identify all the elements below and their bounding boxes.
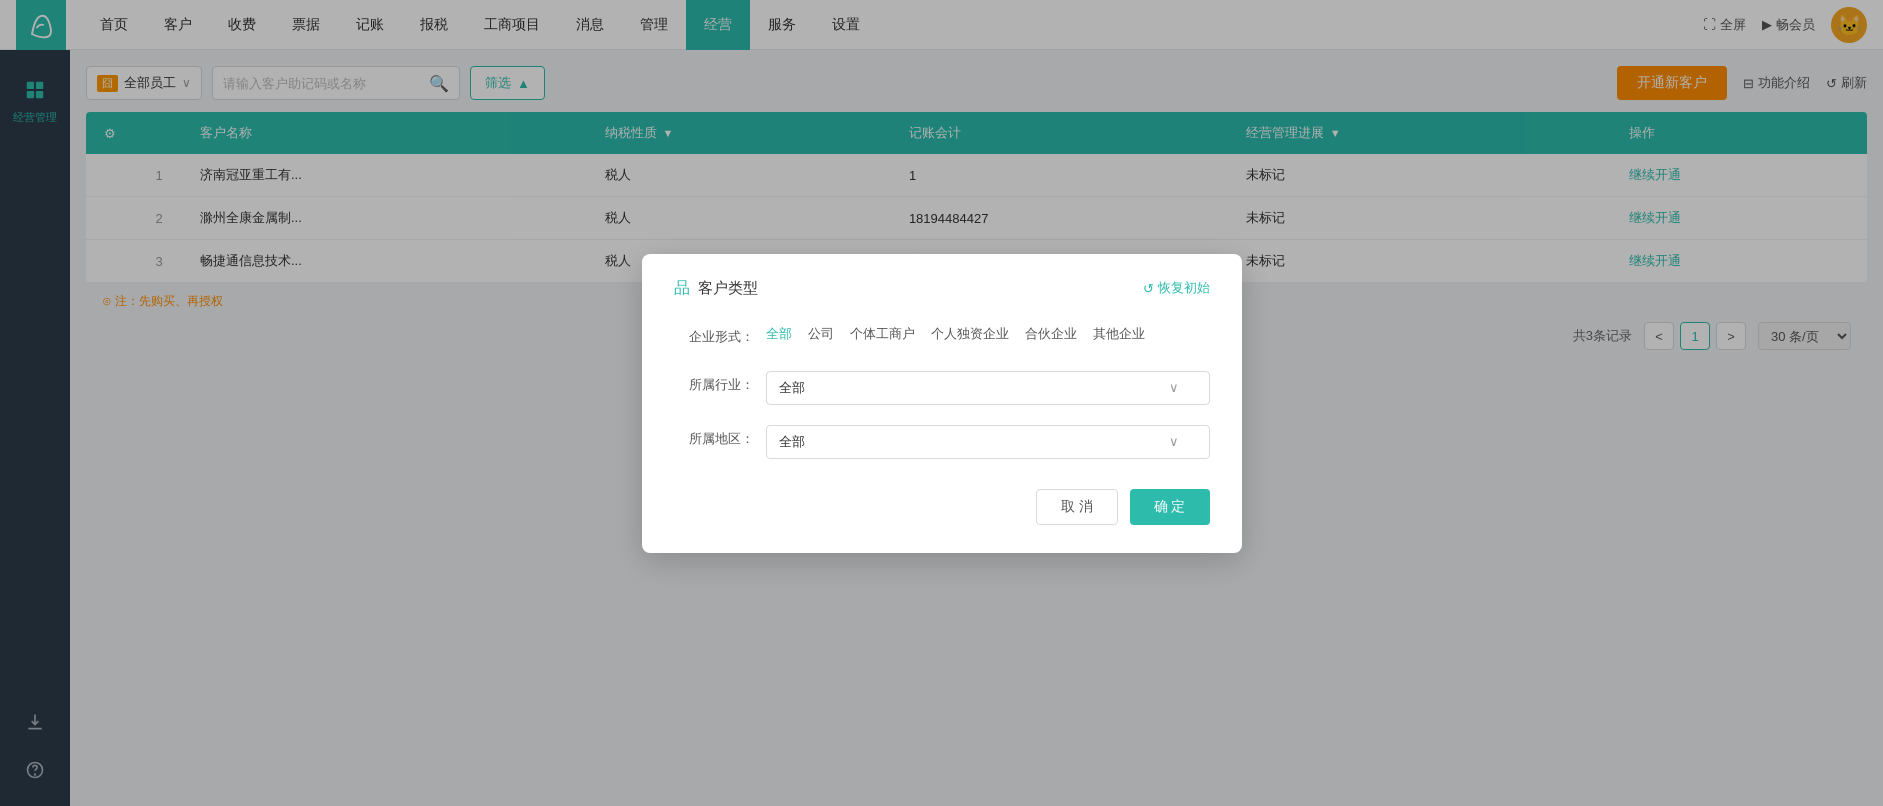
dialog-header: 品 客户类型 ↺ 恢复初始: [674, 278, 1210, 299]
cancel-button[interactable]: 取 消: [1036, 489, 1118, 525]
ent-type-sole[interactable]: 个人独资企业: [931, 323, 1009, 345]
ent-type-company[interactable]: 公司: [808, 323, 834, 345]
region-value: 全部 ∨: [766, 425, 1210, 459]
region-select-wrap: 全部 ∨: [766, 425, 1210, 459]
enterprise-form-row: 企业形式： 全部 公司 个体工商户 个人独资企业 合伙企业 其他企业: [674, 323, 1210, 351]
enterprise-types: 全部 公司 个体工商户 个人独资企业 合伙企业 其他企业: [766, 323, 1210, 345]
region-dropdown-icon: ∨: [1169, 434, 1179, 449]
confirm-button[interactable]: 确 定: [1130, 489, 1210, 525]
dialog-footer: 取 消 确 定: [674, 489, 1210, 525]
ent-type-other[interactable]: 其他企业: [1093, 323, 1145, 345]
enterprise-form-label: 企业形式：: [674, 323, 754, 351]
reset-icon: ↺: [1143, 281, 1154, 296]
ent-type-all[interactable]: 全部: [766, 323, 792, 345]
dialog-title-icon: 品: [674, 278, 690, 299]
filter-dialog: 品 客户类型 ↺ 恢复初始 企业形式： 全部 公司 个体工商户 个人独资企业 合…: [642, 254, 1242, 553]
ent-type-individual[interactable]: 个体工商户: [850, 323, 915, 345]
region-row: 所属地区： 全部 ∨: [674, 425, 1210, 459]
industry-select[interactable]: 全部 ∨: [766, 371, 1210, 405]
industry-row: 所属行业： 全部 ∨: [674, 371, 1210, 405]
filter-dialog-overlay[interactable]: 品 客户类型 ↺ 恢复初始 企业形式： 全部 公司 个体工商户 个人独资企业 合…: [0, 0, 1883, 806]
dialog-reset-btn[interactable]: ↺ 恢复初始: [1143, 279, 1210, 297]
region-label: 所属地区：: [674, 425, 754, 453]
industry-value: 全部 ∨: [766, 371, 1210, 405]
industry-dropdown-icon: ∨: [1169, 380, 1179, 395]
enterprise-types-group: 全部 公司 个体工商户 个人独资企业 合伙企业 其他企业: [766, 323, 1210, 345]
industry-select-wrap: 全部 ∨: [766, 371, 1210, 405]
dialog-title: 品 客户类型: [674, 278, 758, 299]
region-select[interactable]: 全部 ∨: [766, 425, 1210, 459]
ent-type-partnership[interactable]: 合伙企业: [1025, 323, 1077, 345]
industry-label: 所属行业：: [674, 371, 754, 399]
